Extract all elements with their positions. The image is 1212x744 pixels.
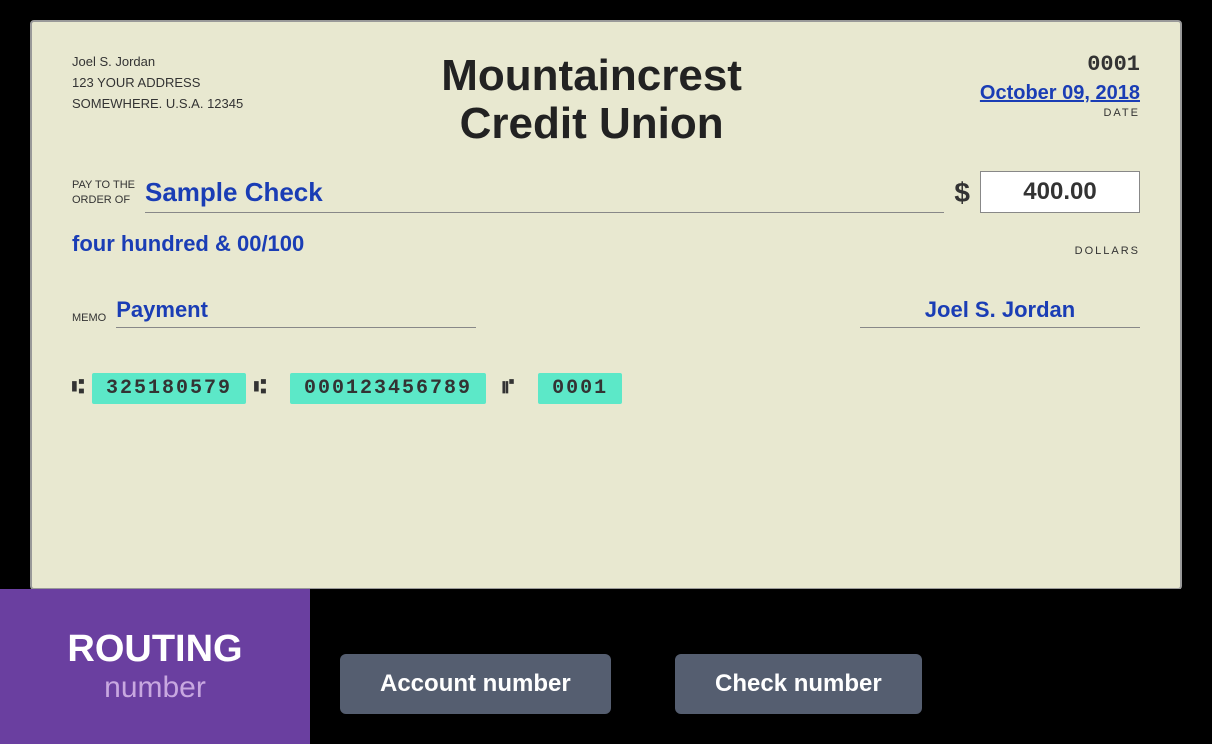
written-amount-row: four hundred & 00/100 DOLLARS — [72, 231, 1140, 257]
dollar-sign: $ — [954, 177, 970, 209]
micr-account-symbol: ⑈ — [502, 377, 514, 400]
account-number-box: Account number — [340, 654, 611, 714]
account-label: Account number — [380, 670, 571, 698]
top-right: 0001 October 09, 2018 DATE — [940, 52, 1140, 119]
payer-info: Joel S. Jordan 123 YOUR ADDRESS SOMEWHER… — [72, 52, 243, 114]
routing-subtitle: number — [104, 671, 206, 705]
payer-address2: SOMEWHERE. U.S.A. 12345 — [72, 94, 243, 115]
bottom-area: ROUTING number Account number Check numb… — [0, 589, 1212, 744]
check: Joel S. Jordan 123 YOUR ADDRESS SOMEWHER… — [30, 20, 1182, 590]
micr-row: ⑆ 325180579 ⑆ 000123456789 ⑈ 0001 — [72, 373, 1140, 404]
amount-box: 400.00 — [980, 171, 1140, 213]
check-number-box: Check number — [675, 654, 922, 714]
pay-to-label: PAY TO THE ORDER OF — [72, 178, 135, 209]
payee-name: Sample Check — [145, 177, 323, 207]
date-area: October 09, 2018 DATE — [980, 82, 1140, 119]
micr-routing-number: 325180579 — [92, 373, 246, 404]
bank-name: Mountaincrest Credit Union — [243, 52, 940, 149]
payer-name: Joel S. Jordan — [72, 52, 243, 73]
memo-label: MEMO — [72, 312, 106, 324]
pay-to-row: PAY TO THE ORDER OF Sample Check $ 400.0… — [72, 171, 1140, 213]
memo-section: MEMO Payment — [72, 297, 860, 328]
memo-line: Payment — [116, 297, 476, 328]
written-amount: four hundred & 00/100 — [72, 231, 304, 257]
micr-account-number: 000123456789 — [290, 373, 486, 404]
check-number-display: 0001 — [1020, 52, 1140, 77]
memo-value: Payment — [116, 297, 208, 322]
signature-line: Joel S. Jordan — [860, 297, 1140, 328]
date-label: DATE — [1103, 107, 1140, 119]
routing-title: ROUTING — [67, 628, 242, 671]
micr-symbol-right: ⑆ — [254, 377, 266, 400]
date-value: October 09, 2018 — [980, 82, 1140, 105]
memo-sig-row: MEMO Payment Joel S. Jordan — [72, 297, 1140, 328]
pay-to-line: Sample Check — [145, 177, 944, 213]
payer-address1: 123 YOUR ADDRESS — [72, 73, 243, 94]
signature-value: Joel S. Jordan — [925, 297, 1075, 322]
micr-symbol-left: ⑆ — [72, 377, 84, 400]
check-top-row: Joel S. Jordan 123 YOUR ADDRESS SOMEWHER… — [72, 52, 1140, 149]
routing-box: ROUTING number — [0, 589, 310, 744]
dollars-label: DOLLARS — [1075, 245, 1140, 257]
micr-check-number: 0001 — [538, 373, 622, 404]
check-number-label: Check number — [715, 670, 882, 698]
